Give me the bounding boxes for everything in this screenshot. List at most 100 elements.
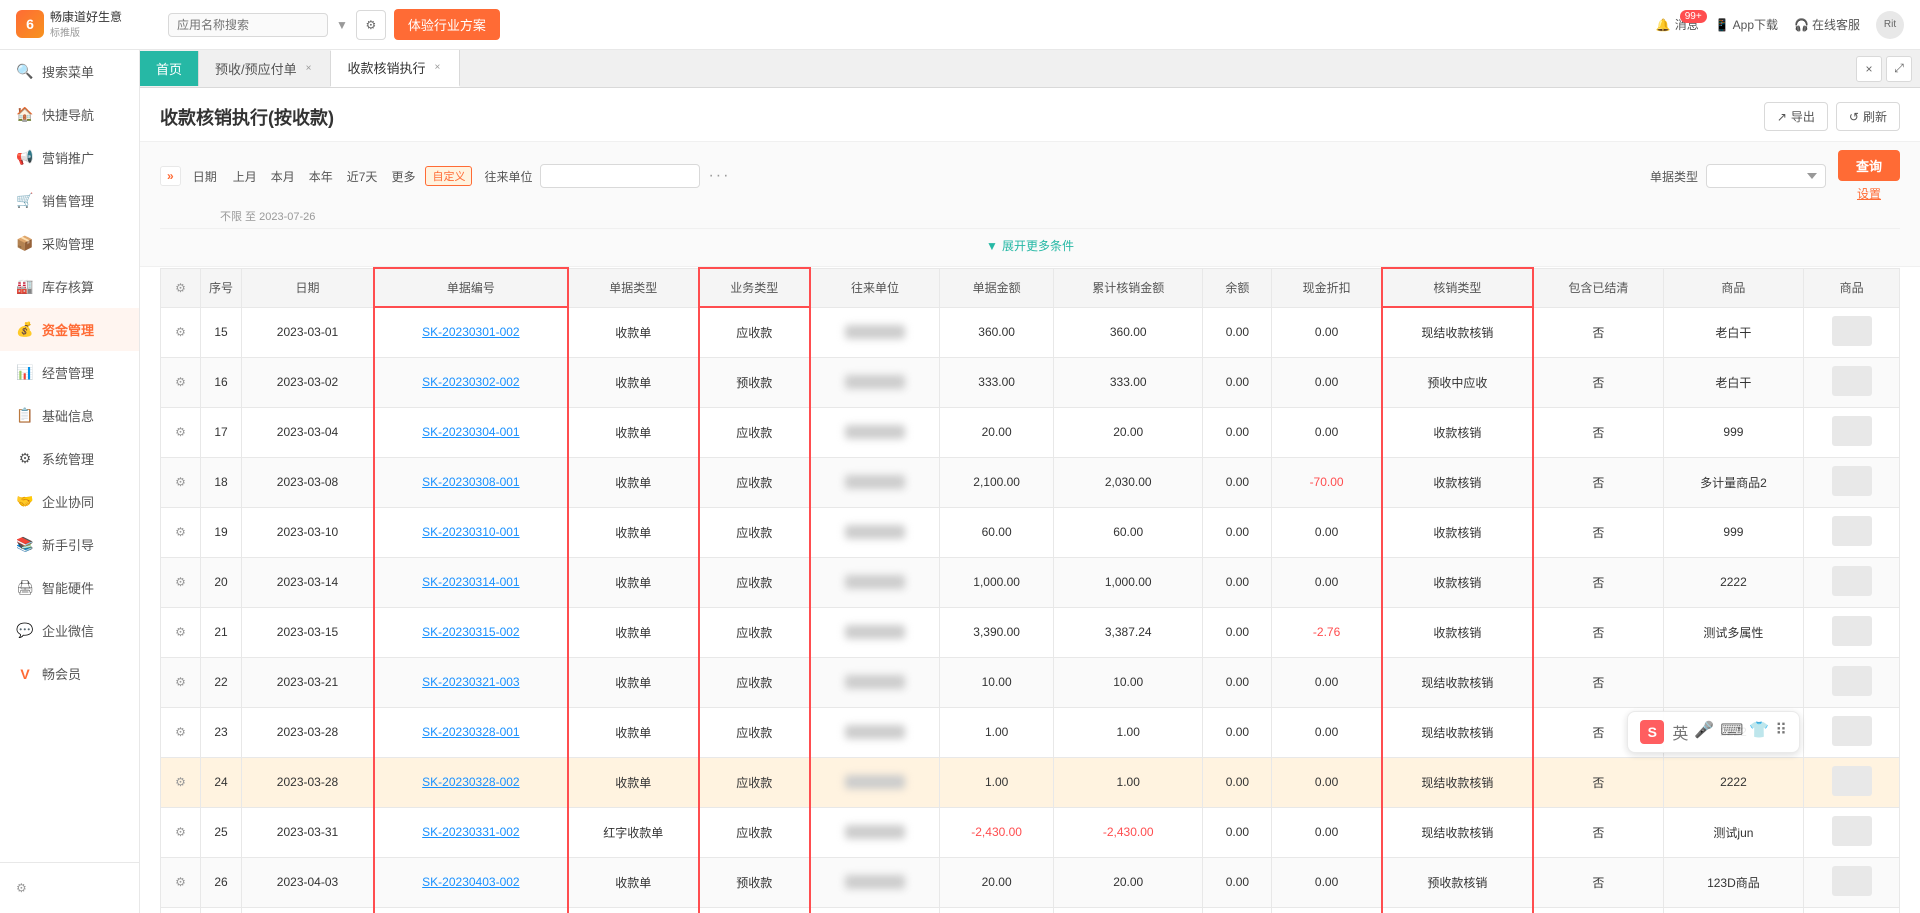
row-gear-icon[interactable]: ⚙ bbox=[169, 425, 192, 439]
sidebar-item-operations[interactable]: 📊 经营管理 bbox=[0, 351, 139, 394]
top-bar-right: 🔔 消息 99+ 📱 App下载 🎧 在线客服 Rit bbox=[1656, 11, 1904, 39]
th-cumulative: 累计核销金额 bbox=[1053, 268, 1202, 307]
partner-input[interactable] bbox=[540, 164, 700, 188]
partner-blurred bbox=[845, 725, 905, 739]
sidebar-label-nav: 快捷导航 bbox=[42, 105, 94, 124]
table-cell: 10.00 bbox=[940, 657, 1054, 707]
refresh-icon: ↺ bbox=[1849, 110, 1859, 124]
sidebar-item-purchase[interactable]: 📦 采购管理 bbox=[0, 222, 139, 265]
user-avatar[interactable]: Rit bbox=[1876, 11, 1904, 39]
product-image bbox=[1832, 516, 1872, 546]
this-year-btn[interactable]: 本年 bbox=[305, 166, 337, 187]
tab-expand-btn[interactable]: ⤢ bbox=[1886, 56, 1912, 82]
table-cell: 25 bbox=[201, 807, 242, 857]
sidebar-label-inventory: 库存核算 bbox=[42, 277, 94, 296]
row-gear-icon[interactable]: ⚙ bbox=[169, 725, 192, 739]
doc-no-link[interactable]: SK-20230302-002 bbox=[422, 375, 519, 389]
row-gear-icon[interactable]: ⚙ bbox=[169, 575, 192, 589]
doc-no-link[interactable]: SK-20230301-002 bbox=[422, 325, 519, 339]
more-date-btn[interactable]: 更多 bbox=[387, 166, 419, 187]
table-cell: 19 bbox=[201, 507, 242, 557]
sidebar-item-wechat[interactable]: 💬 企业微信 bbox=[0, 609, 139, 652]
table-row: ⚙272023-04-08SK-20230408-001收款单应收款 100.0… bbox=[161, 907, 1900, 913]
query-button[interactable]: 查询 bbox=[1838, 150, 1900, 181]
tab-writeoff-label: 收款核销执行 bbox=[347, 58, 425, 77]
table-cell: 0.00 bbox=[1272, 757, 1382, 807]
sidebar-label-member: 畅会员 bbox=[42, 664, 81, 683]
sidebar-item-search[interactable]: 🔍 搜索菜单 bbox=[0, 50, 139, 93]
sidebar-item-hardware[interactable]: 🖨 智能硬件 bbox=[0, 566, 139, 609]
table-cell: 否 bbox=[1533, 807, 1663, 857]
app-search-input[interactable] bbox=[168, 13, 328, 37]
last-month-btn[interactable]: 上月 bbox=[229, 166, 261, 187]
search-icon: 🔍 bbox=[16, 63, 34, 81]
industry-button[interactable]: 体验行业方案 bbox=[394, 9, 500, 40]
row-gear-icon[interactable]: ⚙ bbox=[169, 325, 192, 339]
filter-expand-btn[interactable]: » bbox=[160, 166, 181, 186]
row-gear-icon[interactable]: ⚙ bbox=[169, 475, 192, 489]
table-cell: 收款单 bbox=[568, 907, 699, 913]
online-service-link[interactable]: 🎧 在线客服 bbox=[1794, 16, 1860, 33]
sidebar-item-collab[interactable]: 🤝 企业协同 bbox=[0, 480, 139, 523]
sidebar-item-inventory[interactable]: 🏭 库存核算 bbox=[0, 265, 139, 308]
notification-area[interactable]: 🔔 消息 99+ bbox=[1656, 16, 1699, 33]
table-cell: 0.00 bbox=[1272, 657, 1382, 707]
doc-no-link[interactable]: SK-20230403-002 bbox=[422, 875, 519, 889]
row-gear-icon[interactable]: ⚙ bbox=[169, 825, 192, 839]
row-gear-icon[interactable]: ⚙ bbox=[169, 625, 192, 639]
th-gear[interactable]: ⚙ bbox=[161, 268, 201, 307]
row-gear-icon[interactable]: ⚙ bbox=[169, 775, 192, 789]
sidebar-item-nav[interactable]: 🏠 快捷导航 bbox=[0, 93, 139, 136]
table-cell: 应收款 bbox=[699, 707, 810, 757]
doc-no-link[interactable]: SK-20230314-001 bbox=[422, 575, 519, 589]
sidebar-settings[interactable]: ⚙ bbox=[0, 871, 139, 905]
table-cell: 123D商品 bbox=[1663, 857, 1804, 907]
doc-no-link[interactable]: SK-20230331-002 bbox=[422, 825, 519, 839]
row-gear-icon[interactable]: ⚙ bbox=[169, 675, 192, 689]
table-cell: 现结收款核销 bbox=[1382, 707, 1533, 757]
custom-date-btn[interactable]: 自定义 bbox=[425, 166, 472, 186]
product-image bbox=[1832, 866, 1872, 896]
dropdown-arrow[interactable]: ▼ bbox=[336, 18, 348, 32]
table-cell: 否 bbox=[1533, 907, 1663, 913]
refresh-button[interactable]: ↺ 刷新 bbox=[1836, 102, 1900, 131]
table-cell: 18 bbox=[201, 457, 242, 507]
export-button[interactable]: ↗ 导出 bbox=[1764, 102, 1828, 131]
th-biz-type: 业务类型 bbox=[699, 268, 810, 307]
tab-close-btn[interactable]: × bbox=[1856, 56, 1882, 82]
doc-no-link[interactable]: SK-20230321-003 bbox=[422, 675, 519, 689]
doc-no-link[interactable]: SK-20230315-002 bbox=[422, 625, 519, 639]
partner-blurred bbox=[845, 675, 905, 689]
doc-no-link[interactable]: SK-20230308-001 bbox=[422, 475, 519, 489]
gear-button[interactable]: ⚙ bbox=[356, 10, 386, 40]
expand-conditions-btn[interactable]: ▼ 展开更多条件 bbox=[986, 233, 1074, 258]
doc-no-link[interactable]: SK-20230328-002 bbox=[422, 775, 519, 789]
row-gear-icon[interactable]: ⚙ bbox=[169, 525, 192, 539]
sidebar-item-guide[interactable]: 📚 新手引导 bbox=[0, 523, 139, 566]
settings-link[interactable]: 设置 bbox=[1838, 185, 1900, 202]
app-download-link[interactable]: 📱 App下载 bbox=[1715, 16, 1778, 33]
row-gear-icon[interactable]: ⚙ bbox=[169, 375, 192, 389]
more-filter-dots[interactable]: ··· bbox=[708, 167, 730, 185]
doc-no-link[interactable]: SK-20230310-001 bbox=[422, 525, 519, 539]
th-write-off-type: 核销类型 bbox=[1382, 268, 1533, 307]
tab-home[interactable]: 首页 bbox=[140, 51, 199, 86]
sidebar-item-member[interactable]: V 畅会员 bbox=[0, 652, 139, 695]
table-cell: 测试多属性 bbox=[1663, 607, 1804, 657]
this-month-btn[interactable]: 本月 bbox=[267, 166, 299, 187]
doc-type-select[interactable] bbox=[1706, 164, 1826, 188]
tab-writeoff-close[interactable]: × bbox=[432, 61, 444, 74]
table-cell: 应收款 bbox=[699, 757, 810, 807]
tab-prepay-close[interactable]: × bbox=[303, 62, 315, 75]
sidebar-item-marketing[interactable]: 📢 营销推广 bbox=[0, 136, 139, 179]
tab-writeoff[interactable]: 收款核销执行 × bbox=[331, 50, 460, 87]
sidebar-item-basic-info[interactable]: 📋 基础信息 bbox=[0, 394, 139, 437]
tab-prepay[interactable]: 预收/预应付单 × bbox=[199, 51, 331, 86]
row-gear-icon[interactable]: ⚙ bbox=[169, 875, 192, 889]
doc-no-link[interactable]: SK-20230328-001 bbox=[422, 725, 519, 739]
sidebar-item-system[interactable]: ⚙ 系统管理 bbox=[0, 437, 139, 480]
doc-no-link[interactable]: SK-20230304-001 bbox=[422, 425, 519, 439]
sidebar-item-sales[interactable]: 🛒 销售管理 bbox=[0, 179, 139, 222]
last-7-days-btn[interactable]: 近7天 bbox=[343, 166, 382, 187]
sidebar-item-finance[interactable]: 💰 资金管理 bbox=[0, 308, 139, 351]
